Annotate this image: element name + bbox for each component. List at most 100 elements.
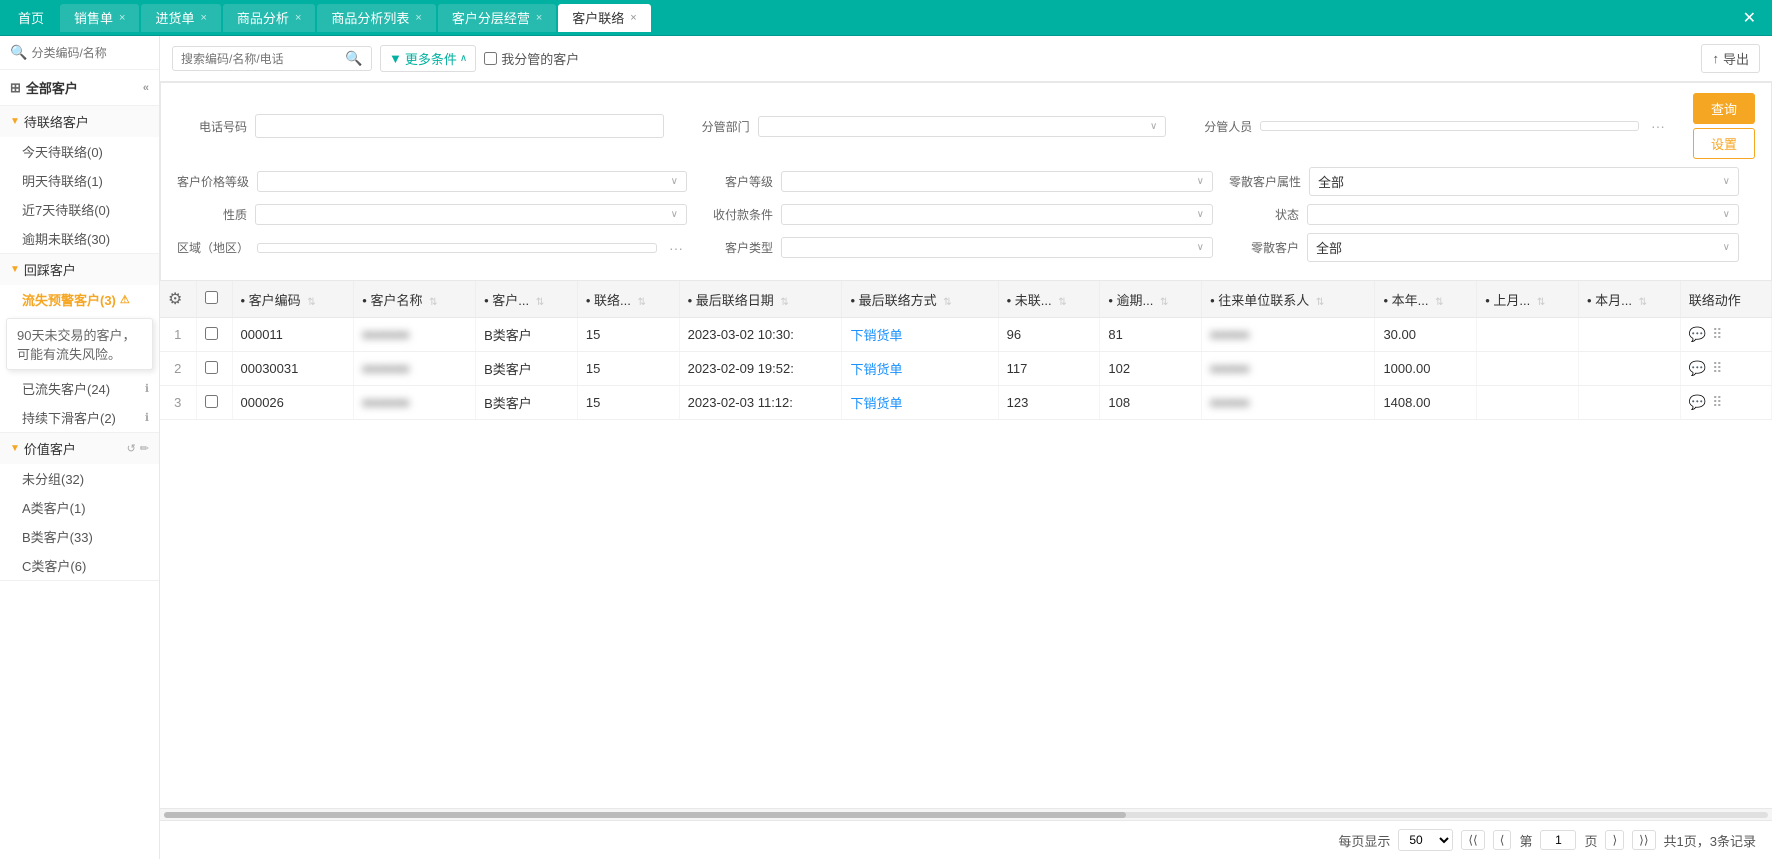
sort-code-icon[interactable]: ⇅ (307, 297, 315, 308)
sidebar-item-ungrouped[interactable]: 未分组(32) (0, 464, 159, 493)
sidebar-item-overdue[interactable]: 逾期未联络(30) (0, 224, 159, 253)
filter-select-manager[interactable] (1260, 121, 1639, 131)
sort-this-year-icon[interactable]: ⇅ (1435, 297, 1443, 308)
sidebar-item-declining[interactable]: 持续下滑客户(2) ℹ (0, 403, 159, 432)
filter-select-status[interactable]: ∨ (1307, 204, 1739, 225)
th-this-year: • 本年... ⇅ (1375, 281, 1477, 318)
filter-more-icon-manager[interactable]: ··· (1647, 118, 1669, 134)
tab-customer-contact[interactable]: 客户联络 × (558, 4, 650, 32)
more-action-icon[interactable]: ⠿ (1712, 326, 1722, 343)
filter-select-payment[interactable]: ∨ (781, 204, 1213, 225)
my-customer-checkbox-label[interactable]: 我分管的客户 (484, 49, 579, 68)
page-size-select[interactable]: 50 20 100 (1398, 829, 1453, 851)
last-page-button[interactable]: ⟩⟩ (1632, 830, 1655, 850)
info-icon[interactable]: ℹ (145, 382, 149, 395)
window-close-button[interactable]: ✕ (1735, 8, 1764, 28)
close-tab-customer-tier[interactable]: × (536, 12, 542, 24)
chat-action-icon[interactable]: 💬 (1689, 394, 1706, 411)
sort-uncontacted-icon[interactable]: ⇅ (1058, 297, 1066, 308)
last-method-link[interactable]: 下销货单 (850, 396, 902, 411)
scrollbar-thumb[interactable] (164, 812, 1126, 818)
edit-icon[interactable]: ✏ (140, 442, 149, 455)
first-page-button[interactable]: ⟨⟨ (1461, 830, 1484, 850)
chat-action-icon[interactable]: 💬 (1689, 360, 1706, 377)
close-tab-sales[interactable]: × (119, 12, 125, 24)
sidebar-item-classC[interactable]: C类客户(6) (0, 551, 159, 580)
close-tab-purchase[interactable]: × (200, 12, 206, 24)
prev-page-button[interactable]: ⟨ (1493, 830, 1512, 850)
info-icon2[interactable]: ℹ (145, 411, 149, 424)
filter-select-retail-cust[interactable]: 全部 ∨ (1307, 233, 1739, 262)
search-input[interactable] (181, 52, 341, 66)
chat-action-icon[interactable]: 💬 (1689, 326, 1706, 343)
sidebar-item-classA[interactable]: A类客户(1) (0, 493, 159, 522)
my-customer-checkbox[interactable] (484, 52, 497, 65)
column-settings-icon[interactable]: ⚙ (168, 291, 182, 308)
tab-purchase[interactable]: 进货单 × (141, 4, 220, 32)
tab-sales[interactable]: 销售单 × (60, 4, 139, 32)
close-tab-customer-contact[interactable]: × (630, 12, 636, 24)
horizontal-scrollbar[interactable] (160, 808, 1772, 820)
filter-select-dept[interactable]: ∨ (758, 116, 1167, 137)
refresh-icon[interactable]: ↺ (127, 442, 136, 455)
filter-icon: ▼ (389, 51, 402, 66)
filter-select-retail-attr[interactable]: 全部 ∨ (1309, 167, 1739, 196)
sidebar-item-classB[interactable]: B类客户(33) (0, 522, 159, 551)
filter-select-cust-type[interactable]: ∨ (781, 237, 1213, 258)
sidebar-section-title-value[interactable]: ▼ 价值客户 ↺ ✏ (0, 433, 159, 464)
filter-select-cust-grade[interactable]: ∨ (781, 171, 1213, 192)
sort-last-month-icon[interactable]: ⇅ (1537, 297, 1545, 308)
close-tab-goods-analysis[interactable]: × (295, 12, 301, 24)
sort-last-date-icon[interactable]: ⇅ (780, 297, 788, 308)
select-all-checkbox[interactable] (205, 291, 218, 304)
more-action-icon[interactable]: ⠿ (1712, 360, 1722, 377)
last-method-link[interactable]: 下销货单 (850, 328, 902, 343)
sort-overdue-icon[interactable]: ⇅ (1160, 297, 1168, 308)
next-page-button[interactable]: ⟩ (1605, 830, 1624, 850)
row-checkbox[interactable] (205, 327, 218, 340)
row-type: B类客户 (476, 318, 578, 352)
sort-name-icon[interactable]: ⇅ (429, 297, 437, 308)
sort-contact-icon[interactable]: ⇅ (637, 297, 645, 308)
row-this-month (1578, 386, 1680, 420)
sidebar-collapse-icon[interactable]: « (143, 82, 149, 94)
tab-customer-tier[interactable]: 客户分层经营 × (438, 4, 556, 32)
filter-cell-retail-attr: 零散客户属性 全部 ∨ (1229, 167, 1755, 196)
sidebar-item-tomorrow[interactable]: 明天待联络(1) (0, 166, 159, 195)
sidebar-item-7days[interactable]: 近7天待联络(0) (0, 195, 159, 224)
search-icon-toolbar[interactable]: 🔍 (345, 50, 362, 67)
row-checkbox-cell (196, 352, 232, 386)
page-number-input[interactable] (1540, 830, 1576, 850)
sort-type-icon[interactable]: ⇅ (536, 297, 544, 308)
sidebar-section-title-waiting[interactable]: ▼ 待联络客户 (0, 106, 159, 137)
filter-row-3: 性质 ∨ 收付款条件 ∨ 状态 (177, 204, 1755, 225)
filter-more-icon-region[interactable]: ··· (665, 240, 687, 256)
export-button[interactable]: ↑ 导出 (1701, 44, 1760, 73)
sort-contact-person-icon[interactable]: ⇅ (1316, 297, 1324, 308)
sidebar-search-input[interactable] (31, 46, 160, 60)
query-button[interactable]: 查询 (1693, 93, 1755, 124)
more-filter-button[interactable]: ▼ 更多条件 ∧ (380, 45, 476, 72)
settings-button[interactable]: 设置 (1693, 128, 1755, 159)
tab-goods-analysis-list[interactable]: 商品分析列表 × (317, 4, 435, 32)
sidebar-item-churned[interactable]: 已流失客户(24) ℹ (0, 374, 159, 403)
filter-select-price-grade[interactable]: ∨ (257, 171, 687, 192)
filter-label-status: 状态 (1229, 206, 1299, 223)
sidebar-item-today[interactable]: 今天待联络(0) (0, 137, 159, 166)
sort-last-method-icon[interactable]: ⇅ (943, 297, 951, 308)
tab-goods-analysis[interactable]: 商品分析 × (223, 4, 315, 32)
last-method-link[interactable]: 下销货单 (850, 362, 902, 377)
row-checkbox[interactable] (205, 361, 218, 374)
sidebar-root-group[interactable]: ⊞ 全部客户 « (0, 70, 159, 106)
filter-select-region[interactable] (257, 243, 657, 253)
sort-this-month-icon[interactable]: ⇅ (1639, 297, 1647, 308)
more-action-icon[interactable]: ⠿ (1712, 394, 1722, 411)
row-checkbox[interactable] (205, 395, 218, 408)
sidebar-item-churn-warning[interactable]: 流失预警客户(3) ⚠ (0, 285, 159, 314)
filter-select-nature[interactable]: ∨ (255, 204, 687, 225)
close-tab-goods-analysis-list[interactable]: × (415, 12, 421, 24)
sidebar-section-title-churn[interactable]: ▼ 回踩客户 (0, 254, 159, 285)
row-actions: 💬 ⠿ (1680, 386, 1771, 420)
tab-home[interactable]: 首页 (8, 8, 54, 27)
filter-input-phone[interactable] (255, 114, 664, 138)
